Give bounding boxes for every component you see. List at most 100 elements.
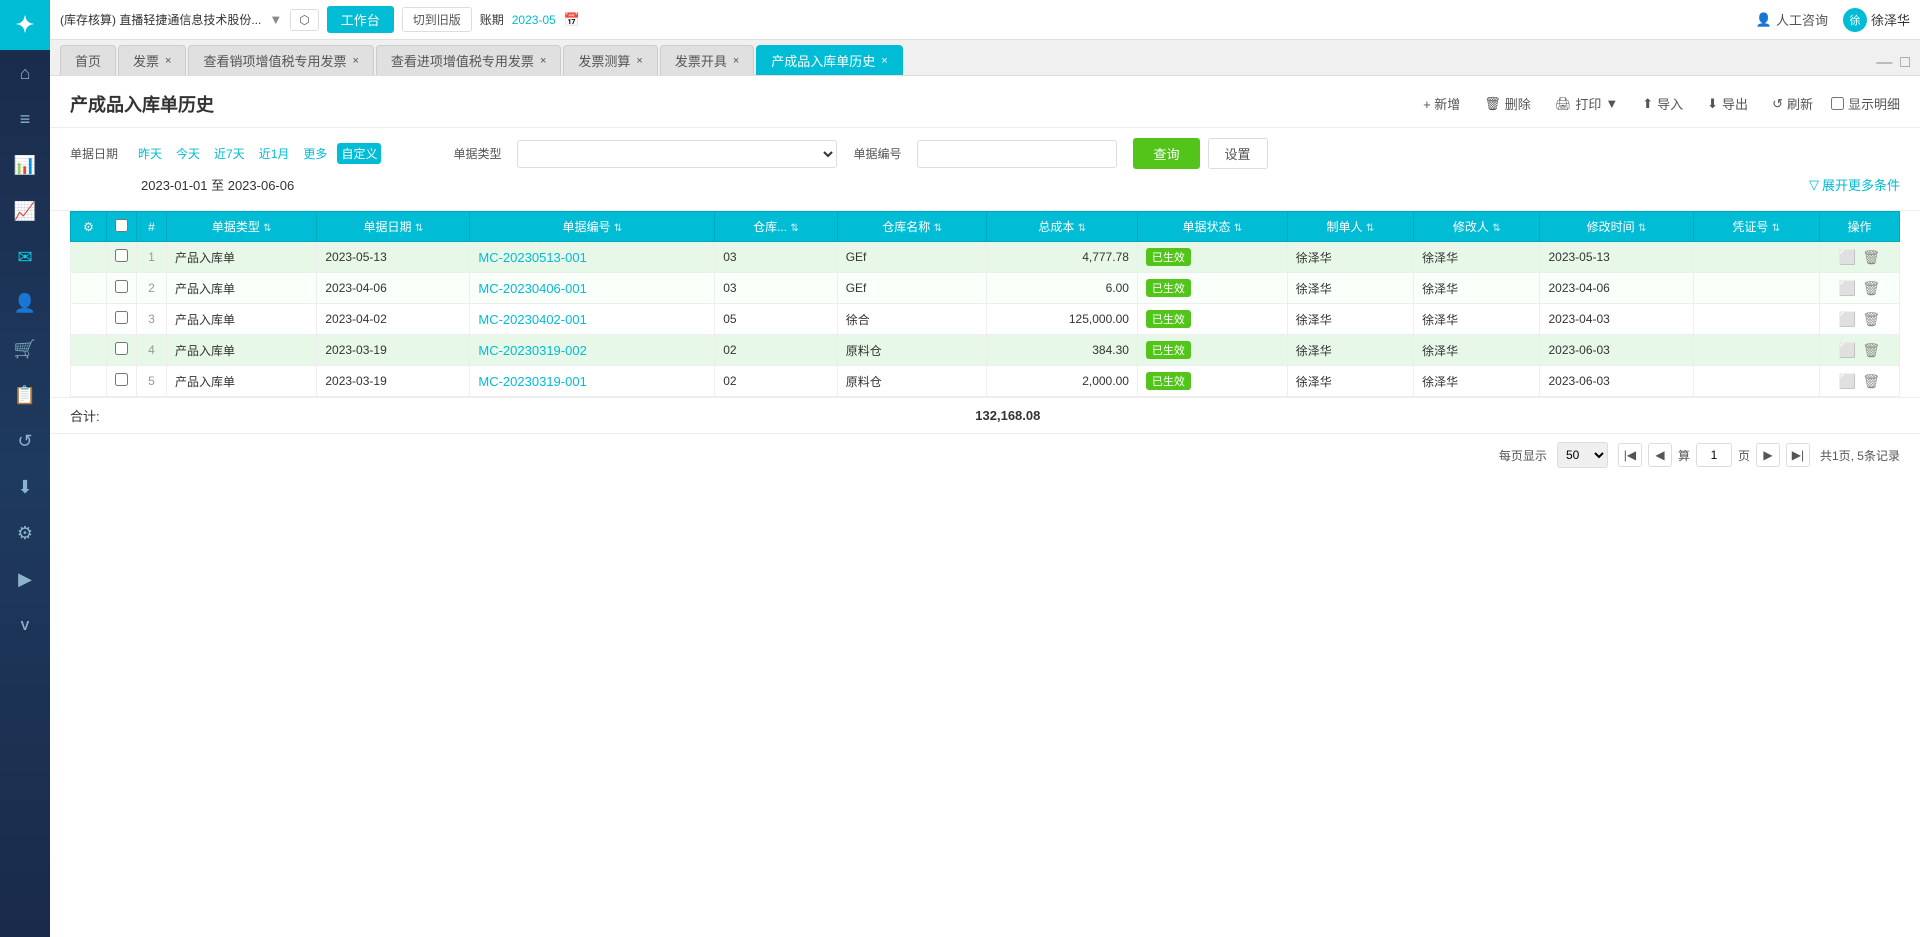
row-number[interactable]: MC-20230406-001 bbox=[470, 273, 715, 304]
per-page-select[interactable]: 20 50 100 200 bbox=[1557, 442, 1608, 468]
tab-invoice[interactable]: 发票 × bbox=[118, 45, 186, 75]
import-button[interactable]: ⬆ 导入 bbox=[1636, 90, 1689, 117]
row-number-link[interactable]: MC-20230406-001 bbox=[478, 281, 586, 296]
first-page-button[interactable]: |◀ bbox=[1618, 443, 1642, 467]
refresh-button[interactable]: ↺ 刷新 bbox=[1766, 90, 1819, 117]
sidebar-item-download[interactable]: ⬇ bbox=[0, 464, 50, 510]
date-btn-yesterday[interactable]: 昨天 bbox=[134, 143, 166, 164]
sidebar-item-home[interactable]: ⌂ bbox=[0, 50, 50, 96]
delete-row-icon[interactable]: 🗑 bbox=[1862, 373, 1880, 390]
row-checkbox[interactable] bbox=[115, 311, 128, 324]
column-warehouse-code[interactable]: 仓库... ⇅ bbox=[715, 212, 837, 242]
row-checkbox-cell[interactable] bbox=[107, 366, 137, 397]
row-checkbox-cell[interactable] bbox=[107, 335, 137, 366]
column-total-cost[interactable]: 总成本 ⇅ bbox=[987, 212, 1137, 242]
tab-home[interactable]: 首页 bbox=[60, 45, 116, 75]
row-number[interactable]: MC-20230513-001 bbox=[470, 242, 715, 273]
number-filter-input[interactable] bbox=[917, 140, 1117, 168]
column-modifier[interactable]: 修改人 ⇅ bbox=[1414, 212, 1540, 242]
column-voucher[interactable]: 凭证号 ⇅ bbox=[1693, 212, 1820, 242]
row-number[interactable]: MC-20230402-001 bbox=[470, 304, 715, 335]
print-button[interactable]: 🖨 打印 ▼ bbox=[1549, 90, 1624, 117]
print-dropdown-icon[interactable]: ▼ bbox=[1605, 96, 1618, 111]
column-number[interactable]: 单据编号 ⇅ bbox=[470, 212, 715, 242]
type-filter-select[interactable] bbox=[517, 140, 837, 168]
tab-product-in[interactable]: 产成品入库单历史 × bbox=[756, 45, 902, 75]
edit-icon[interactable]: ⬜ bbox=[1839, 373, 1856, 390]
row-checkbox-cell[interactable] bbox=[107, 242, 137, 273]
sidebar-item-settings[interactable]: ⚙ bbox=[0, 510, 50, 556]
row-number-link[interactable]: MC-20230402-001 bbox=[478, 312, 586, 327]
tab-invoice-open-close[interactable]: × bbox=[733, 55, 739, 67]
tab-product-in-close[interactable]: × bbox=[881, 55, 887, 67]
edit-icon[interactable]: ⬜ bbox=[1839, 311, 1856, 328]
date-btn-7days[interactable]: 近7天 bbox=[210, 143, 249, 164]
date-btn-today[interactable]: 今天 bbox=[172, 143, 204, 164]
workbench-button[interactable]: 工作台 bbox=[327, 6, 394, 33]
delete-button[interactable]: 🗑 删除 bbox=[1478, 90, 1537, 117]
row-checkbox-cell[interactable] bbox=[107, 273, 137, 304]
user-info[interactable]: 徐 徐泽华 bbox=[1843, 8, 1910, 32]
column-date[interactable]: 单据日期 ⇅ bbox=[317, 212, 470, 242]
new-button[interactable]: + 新增 bbox=[1417, 90, 1466, 117]
row-checkbox-cell[interactable] bbox=[107, 304, 137, 335]
edit-icon[interactable]: ⬜ bbox=[1839, 342, 1856, 359]
row-checkbox[interactable] bbox=[115, 249, 128, 262]
select-all-checkbox[interactable] bbox=[115, 219, 128, 232]
next-page-button[interactable]: ▶ bbox=[1756, 443, 1780, 467]
sidebar-item-cart[interactable]: 🛒 bbox=[0, 326, 50, 372]
row-number-link[interactable]: MC-20230513-001 bbox=[478, 250, 586, 265]
setting-button[interactable]: 设置 bbox=[1208, 138, 1268, 169]
tab-maximize-button[interactable]: □ bbox=[1900, 54, 1910, 72]
sidebar-item-refresh[interactable]: ↺ bbox=[0, 418, 50, 464]
delete-row-icon[interactable]: 🗑 bbox=[1862, 342, 1880, 359]
delete-row-icon[interactable]: 🗑 bbox=[1862, 311, 1880, 328]
last-page-button[interactable]: ▶| bbox=[1786, 443, 1810, 467]
expand-more-btn[interactable]: ▽ 展开更多条件 bbox=[1809, 175, 1900, 194]
switch-old-button[interactable]: 切到旧版 bbox=[402, 7, 472, 32]
sidebar-item-stamp[interactable]: 📋 bbox=[0, 372, 50, 418]
user-service[interactable]: 👤 人工咨询 bbox=[1756, 10, 1828, 29]
tab-sales-vat[interactable]: 查看销项增值税专用发票 × bbox=[188, 45, 373, 75]
row-checkbox[interactable] bbox=[115, 373, 128, 386]
column-warehouse-name[interactable]: 仓库名称 ⇅ bbox=[837, 212, 987, 242]
column-settings[interactable]: ⚙ bbox=[71, 212, 107, 242]
tab-purchase-vat-close[interactable]: × bbox=[540, 55, 546, 67]
tab-invoice-calc-close[interactable]: × bbox=[636, 55, 642, 67]
column-checkbox[interactable] bbox=[107, 212, 137, 242]
column-modify-time[interactable]: 修改时间 ⇅ bbox=[1540, 212, 1693, 242]
row-checkbox[interactable] bbox=[115, 342, 128, 355]
tab-minimize-button[interactable]: — bbox=[1876, 54, 1892, 72]
edit-icon[interactable]: ⬜ bbox=[1839, 249, 1856, 266]
show-detail-checkbox[interactable] bbox=[1831, 97, 1844, 110]
tab-purchase-vat[interactable]: 查看进项增值税专用发票 × bbox=[376, 45, 561, 75]
tab-invoice-close[interactable]: × bbox=[165, 55, 171, 67]
sidebar-item-doc[interactable]: ≡ bbox=[0, 96, 50, 142]
row-number-link[interactable]: MC-20230319-002 bbox=[478, 343, 586, 358]
row-number[interactable]: MC-20230319-001 bbox=[470, 366, 715, 397]
delete-row-icon[interactable]: 🗑 bbox=[1862, 280, 1880, 297]
column-status[interactable]: 单据状态 ⇅ bbox=[1137, 212, 1287, 242]
export-button[interactable]: ⬇ 导出 bbox=[1701, 90, 1754, 117]
sidebar-item-user[interactable]: 👤 bbox=[0, 280, 50, 326]
row-number[interactable]: MC-20230319-002 bbox=[470, 335, 715, 366]
column-creator[interactable]: 制单人 ⇅ bbox=[1287, 212, 1413, 242]
calendar-icon[interactable]: 📅 bbox=[564, 12, 580, 28]
sidebar-item-analysis[interactable]: 📈 bbox=[0, 188, 50, 234]
query-button[interactable]: 查询 bbox=[1133, 138, 1199, 169]
row-checkbox[interactable] bbox=[115, 280, 128, 293]
tab-sales-vat-close[interactable]: × bbox=[352, 55, 358, 67]
tab-invoice-open[interactable]: 发票开具 × bbox=[660, 45, 754, 75]
app-logo[interactable]: ✦ bbox=[0, 0, 50, 50]
date-btn-more[interactable]: 更多 bbox=[299, 143, 331, 164]
sidebar-item-mail[interactable]: ✉ bbox=[0, 234, 50, 280]
copy-btn[interactable]: ⬡ bbox=[290, 9, 318, 31]
tab-invoice-calc[interactable]: 发票测算 × bbox=[563, 45, 657, 75]
date-btn-custom[interactable]: 自定义 bbox=[337, 143, 381, 164]
column-type[interactable]: 单据类型 ⇅ bbox=[167, 212, 317, 242]
sidebar-item-version[interactable]: V bbox=[0, 602, 50, 648]
row-number-link[interactable]: MC-20230319-001 bbox=[478, 374, 586, 389]
delete-row-icon[interactable]: 🗑 bbox=[1862, 249, 1880, 266]
date-btn-1month[interactable]: 近1月 bbox=[255, 143, 294, 164]
sidebar-item-chart[interactable]: 📊 bbox=[0, 142, 50, 188]
